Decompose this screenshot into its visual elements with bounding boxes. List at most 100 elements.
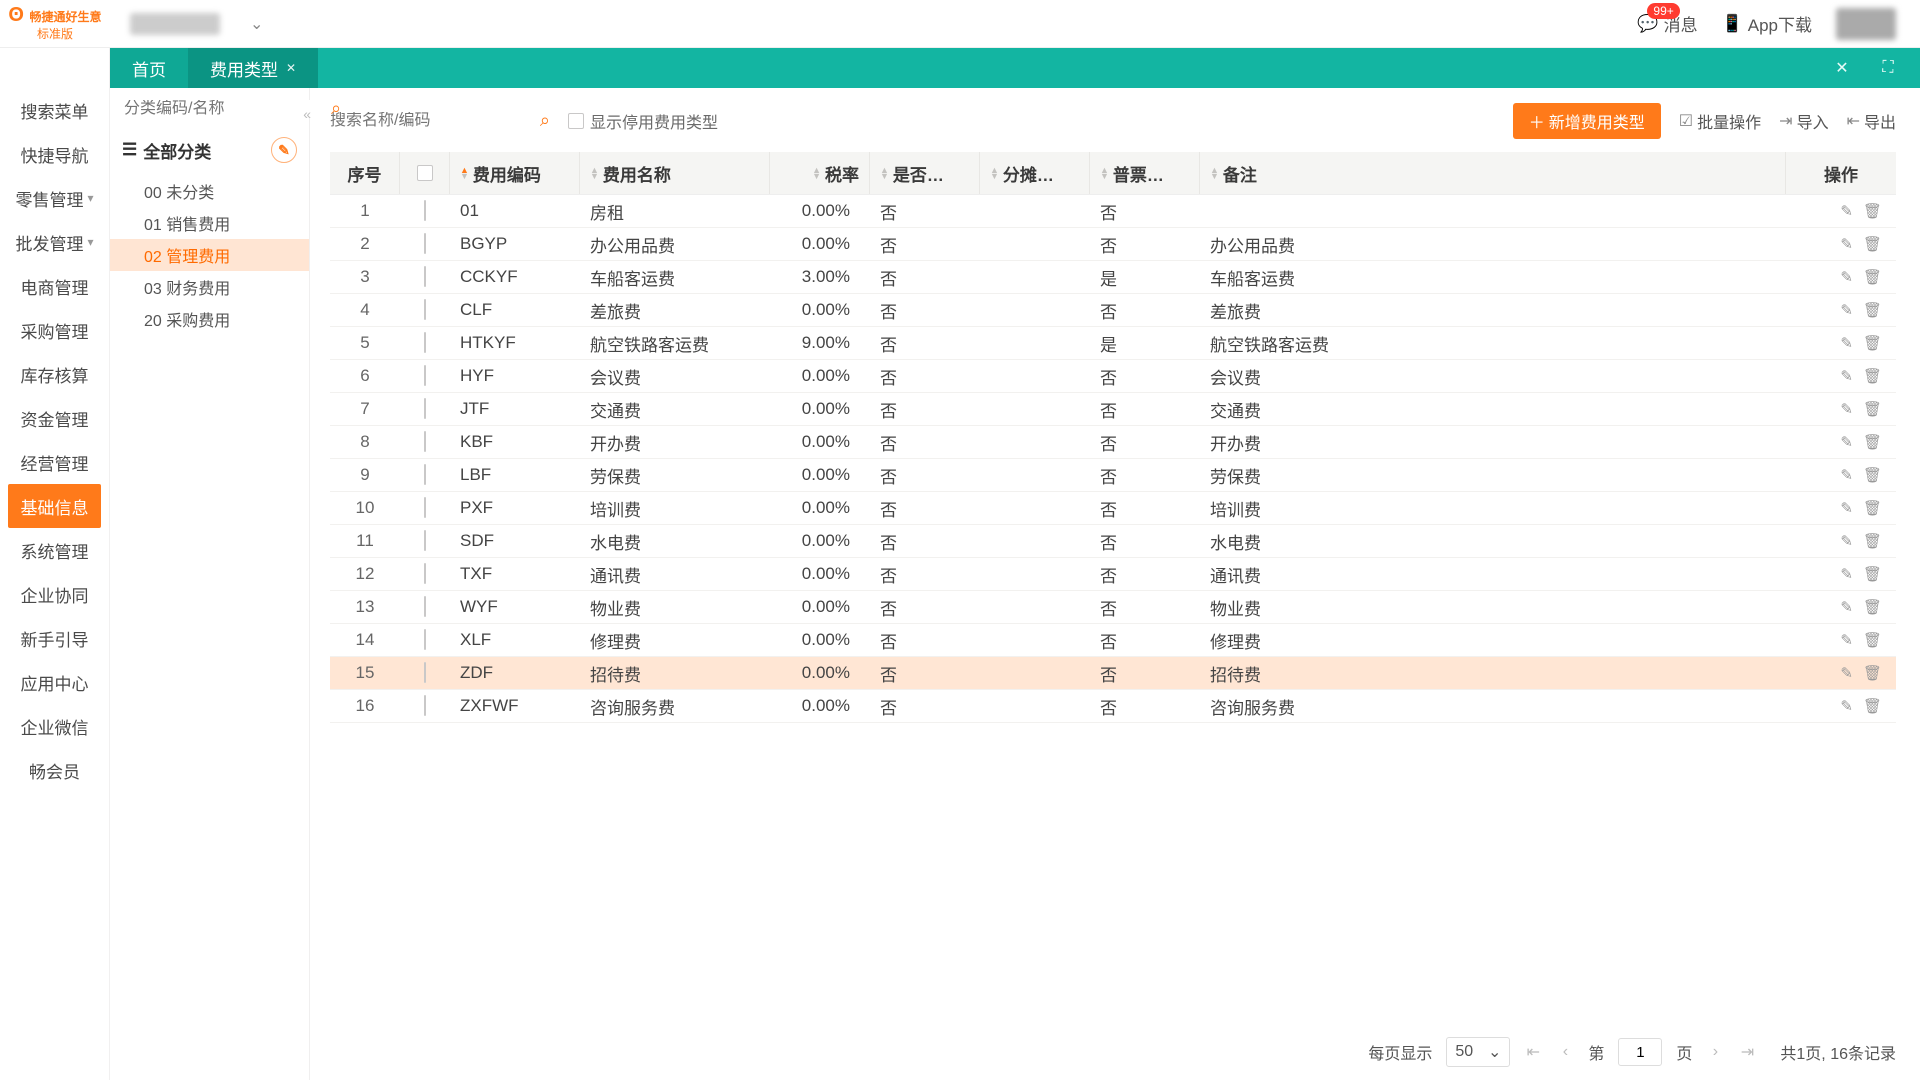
sidebar-item[interactable]: 快捷导航 bbox=[0, 132, 109, 176]
sidebar-item[interactable]: 采购管理 bbox=[0, 308, 109, 352]
org-select[interactable]: ⌄ bbox=[110, 0, 340, 48]
sidebar-item[interactable]: 企业微信 bbox=[0, 704, 109, 748]
col-isa[interactable]: ▲▼是否… bbox=[870, 152, 980, 195]
row-checkbox[interactable] bbox=[424, 431, 426, 452]
row-checkbox[interactable] bbox=[424, 563, 426, 584]
add-fee-type-button[interactable]: ＋ 新增费用类型 bbox=[1513, 103, 1661, 139]
edit-row-button[interactable]: ✎ bbox=[1840, 236, 1853, 253]
sidebar-item[interactable]: 经营管理 bbox=[0, 440, 109, 484]
sidebar-item[interactable]: 资金管理 bbox=[0, 396, 109, 440]
batch-action-button[interactable]: ☑ 批量操作 bbox=[1679, 109, 1761, 133]
app-download-button[interactable]: 📱 App下载 bbox=[1722, 11, 1812, 36]
row-checkbox[interactable] bbox=[424, 365, 426, 386]
delete-row-button[interactable]: 🗑 bbox=[1863, 467, 1882, 484]
edit-row-button[interactable]: ✎ bbox=[1840, 269, 1853, 286]
edit-row-button[interactable]: ✎ bbox=[1840, 203, 1853, 220]
edit-row-button[interactable]: ✎ bbox=[1840, 533, 1853, 550]
category-item[interactable]: 01 销售费用 bbox=[110, 207, 309, 239]
edit-row-button[interactable]: ✎ bbox=[1840, 665, 1853, 682]
row-checkbox[interactable] bbox=[424, 662, 426, 683]
sidebar-item[interactable]: 系统管理 bbox=[0, 528, 109, 572]
table-row[interactable]: 12TXF通讯费0.00%否否通讯费✎🗑 bbox=[330, 558, 1896, 591]
edit-category-button[interactable]: ✎ bbox=[271, 137, 297, 163]
import-button[interactable]: ⇥ 导入 bbox=[1779, 109, 1828, 133]
edit-row-button[interactable]: ✎ bbox=[1840, 632, 1853, 649]
delete-row-button[interactable]: 🗑 bbox=[1863, 599, 1882, 616]
category-item[interactable]: 02 管理费用 bbox=[110, 239, 309, 271]
row-checkbox[interactable] bbox=[424, 530, 426, 551]
delete-row-button[interactable]: 🗑 bbox=[1863, 335, 1882, 352]
table-row[interactable]: 2BGYP办公用品费0.00%否否办公用品费✎🗑 bbox=[330, 228, 1896, 261]
table-row[interactable]: 4CLF差旅费0.00%否否差旅费✎🗑 bbox=[330, 294, 1896, 327]
table-row[interactable]: 8KBF开办费0.00%否否开办费✎🗑 bbox=[330, 426, 1896, 459]
tab-home[interactable]: 首页 bbox=[110, 48, 188, 88]
next-page-button[interactable]: › bbox=[1706, 1043, 1724, 1061]
sidebar-item[interactable]: 新手引导 bbox=[0, 616, 109, 660]
edit-row-button[interactable]: ✎ bbox=[1840, 401, 1853, 418]
table-row[interactable]: 10PXF培训费0.00%否否培训费✎🗑 bbox=[330, 492, 1896, 525]
sidebar-item[interactable]: 库存核算 bbox=[0, 352, 109, 396]
row-checkbox[interactable] bbox=[424, 596, 426, 617]
delete-row-button[interactable]: 🗑 bbox=[1863, 698, 1882, 715]
category-item[interactable]: 03 财务费用 bbox=[110, 271, 309, 303]
col-code[interactable]: ▲▼费用编码 bbox=[450, 152, 580, 195]
table-row[interactable]: 14XLF修理费0.00%否否修理费✎🗑 bbox=[330, 624, 1896, 657]
delete-row-button[interactable]: 🗑 bbox=[1863, 434, 1882, 451]
category-item[interactable]: 00 未分类 bbox=[110, 175, 309, 207]
row-checkbox[interactable] bbox=[424, 233, 426, 254]
sidebar-item[interactable]: 应用中心 bbox=[0, 660, 109, 704]
table-row[interactable]: 13WYF物业费0.00%否否物业费✎🗑 bbox=[330, 591, 1896, 624]
row-checkbox[interactable] bbox=[424, 629, 426, 650]
delete-row-button[interactable]: 🗑 bbox=[1863, 302, 1882, 319]
export-button[interactable]: ⇤ 导出 bbox=[1847, 109, 1896, 133]
user-avatar[interactable] bbox=[1836, 8, 1896, 40]
category-search-input[interactable] bbox=[124, 100, 331, 118]
delete-row-button[interactable]: 🗑 bbox=[1863, 401, 1882, 418]
col-seq[interactable]: 序号 bbox=[330, 152, 400, 195]
sidebar-item[interactable]: 搜索菜单 bbox=[0, 88, 109, 132]
table-row[interactable]: 6HYF会议费0.00%否否会议费✎🗑 bbox=[330, 360, 1896, 393]
edit-row-button[interactable]: ✎ bbox=[1840, 302, 1853, 319]
col-name[interactable]: ▲▼费用名称 bbox=[580, 152, 770, 195]
fullscreen-button[interactable]: ⛶ bbox=[1874, 54, 1902, 82]
delete-row-button[interactable]: 🗑 bbox=[1863, 533, 1882, 550]
first-page-button[interactable]: ⇤ bbox=[1524, 1042, 1542, 1062]
col-checkbox[interactable] bbox=[400, 152, 450, 195]
table-row[interactable]: 3CCKYF车船客运费3.00%否是车船客运费✎🗑 bbox=[330, 261, 1896, 294]
sidebar-item[interactable]: 电商管理 bbox=[0, 264, 109, 308]
table-row[interactable]: 5HTKYF航空铁路客运费9.00%否是航空铁路客运费✎🗑 bbox=[330, 327, 1896, 360]
delete-row-button[interactable]: 🗑 bbox=[1863, 566, 1882, 583]
table-row[interactable]: 15ZDF招待费0.00%否否招待费✎🗑 bbox=[330, 657, 1896, 690]
table-search-input[interactable] bbox=[330, 112, 540, 130]
edit-row-button[interactable]: ✎ bbox=[1840, 434, 1853, 451]
prev-page-button[interactable]: ‹ bbox=[1556, 1043, 1574, 1061]
tab-fee-type[interactable]: 费用类型 ✕ bbox=[188, 48, 318, 88]
delete-row-button[interactable]: 🗑 bbox=[1863, 500, 1882, 517]
delete-row-button[interactable]: 🗑 bbox=[1863, 632, 1882, 649]
show-disabled-checkbox[interactable]: 显示停用费用类型 bbox=[568, 109, 718, 133]
row-checkbox[interactable] bbox=[424, 497, 426, 518]
per-page-select[interactable]: 50 ⌄ bbox=[1446, 1037, 1510, 1067]
row-checkbox[interactable] bbox=[424, 266, 426, 287]
sidebar-item[interactable]: 批发管理▾ bbox=[0, 220, 109, 264]
table-row[interactable]: 9LBF劳保费0.00%否否劳保费✎🗑 bbox=[330, 459, 1896, 492]
delete-row-button[interactable]: 🗑 bbox=[1863, 203, 1882, 220]
close-icon[interactable]: ✕ bbox=[286, 61, 296, 75]
messages-button[interactable]: 💬 99+ 消息 bbox=[1637, 11, 1697, 36]
row-checkbox[interactable] bbox=[424, 398, 426, 419]
sidebar-item[interactable]: 零售管理▾ bbox=[0, 176, 109, 220]
table-row[interactable]: 101房租0.00%否否✎🗑 bbox=[330, 195, 1896, 228]
col-share[interactable]: ▲▼分摊… bbox=[980, 152, 1090, 195]
delete-row-button[interactable]: 🗑 bbox=[1863, 368, 1882, 385]
edit-row-button[interactable]: ✎ bbox=[1840, 698, 1853, 715]
row-checkbox[interactable] bbox=[424, 299, 426, 320]
edit-row-button[interactable]: ✎ bbox=[1840, 467, 1853, 484]
table-row[interactable]: 11SDF水电费0.00%否否水电费✎🗑 bbox=[330, 525, 1896, 558]
page-input[interactable] bbox=[1618, 1038, 1662, 1066]
category-all[interactable]: ☰ 全部分类 ✎ bbox=[110, 129, 309, 171]
col-pp[interactable]: ▲▼普票… bbox=[1090, 152, 1200, 195]
row-checkbox[interactable] bbox=[424, 332, 426, 353]
delete-row-button[interactable]: 🗑 bbox=[1863, 236, 1882, 253]
category-item[interactable]: 20 采购费用 bbox=[110, 303, 309, 335]
row-checkbox[interactable] bbox=[424, 464, 426, 485]
